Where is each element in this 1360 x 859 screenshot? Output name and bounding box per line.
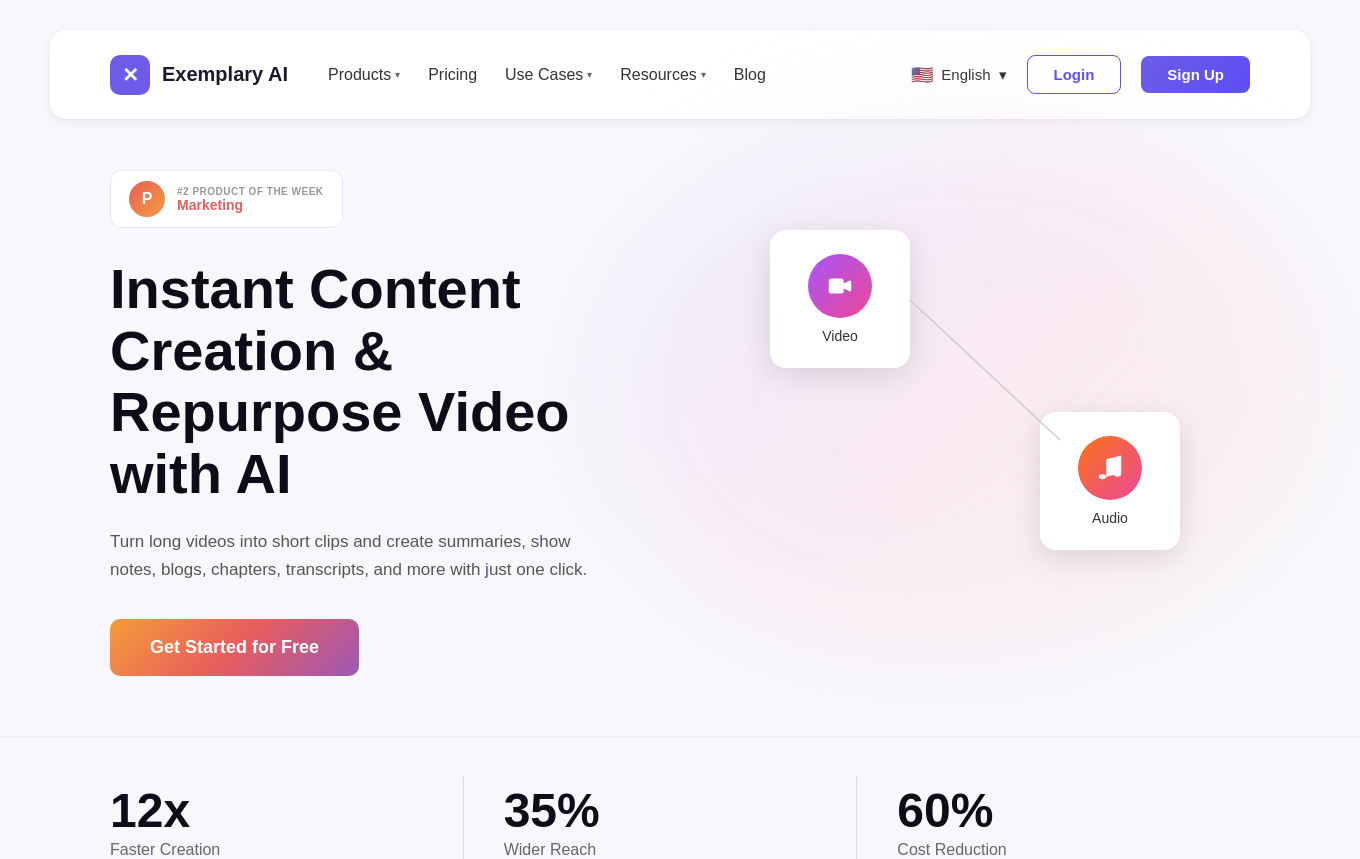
chevron-down-icon: ▾ — [587, 69, 592, 80]
nav-resources[interactable]: Resources ▾ — [620, 66, 705, 84]
stat-label-0: Faster Creation — [110, 841, 423, 859]
stat-number-0: 12x — [110, 787, 423, 835]
svg-line-0 — [910, 300, 1060, 440]
stat-item-2: 60% Cost Reduction — [856, 777, 1250, 859]
logo-text: Exemplary AI — [162, 63, 288, 86]
stat-label-2: Cost Reduction — [897, 841, 1210, 859]
navbar-left: ✕ Exemplary AI Products ▾ Pricing Use Ca… — [110, 55, 766, 95]
navbar: ✕ Exemplary AI Products ▾ Pricing Use Ca… — [50, 30, 1310, 120]
ph-badge-label: #2 PRODUCT OF THE WEEK — [177, 186, 324, 197]
stat-number-1: 35% — [504, 787, 817, 835]
nav-links: Products ▾ Pricing Use Cases ▾ Resources… — [328, 66, 766, 84]
visual-container: Video Audio — [710, 190, 1210, 570]
logo-icon: ✕ — [110, 55, 150, 95]
product-hunt-badge[interactable]: P #2 PRODUCT OF THE WEEK Marketing — [110, 170, 343, 228]
nav-products[interactable]: Products ▾ — [328, 66, 400, 84]
ph-badge-title: Marketing — [177, 197, 324, 213]
connector-lines — [710, 190, 1210, 570]
nav-blog[interactable]: Blog — [734, 66, 766, 84]
nav-use-cases[interactable]: Use Cases ▾ — [505, 66, 592, 84]
navbar-right: 🇺🇸 English ▾ Login Sign Up — [911, 55, 1250, 94]
flag-icon: 🇺🇸 — [911, 64, 933, 86]
signup-button[interactable]: Sign Up — [1141, 56, 1250, 93]
hero-headline: Instant Content Creation & Repurpose Vid… — [110, 258, 670, 504]
hero-right: Video Audio — [670, 170, 1250, 590]
hero-left: P #2 PRODUCT OF THE WEEK Marketing Insta… — [110, 170, 670, 676]
hero-section: P #2 PRODUCT OF THE WEEK Marketing Insta… — [0, 120, 1360, 716]
chevron-down-icon: ▾ — [701, 69, 706, 80]
logo-area[interactable]: ✕ Exemplary AI — [110, 55, 288, 95]
login-button[interactable]: Login — [1027, 55, 1122, 94]
chevron-down-icon: ▾ — [395, 69, 400, 80]
stat-item-0: 12x Faster Creation — [110, 777, 463, 859]
stat-item-1: 35% Wider Reach — [463, 777, 857, 859]
language-selector[interactable]: 🇺🇸 English ▾ — [911, 64, 1006, 86]
stat-number-2: 60% — [897, 787, 1210, 835]
hero-description: Turn long videos into short clips and cr… — [110, 528, 610, 582]
producthunt-icon: P — [129, 181, 165, 217]
ph-text: #2 PRODUCT OF THE WEEK Marketing — [177, 186, 324, 213]
chevron-down-icon: ▾ — [999, 66, 1007, 84]
stat-label-1: Wider Reach — [504, 841, 817, 859]
cta-button[interactable]: Get Started for Free — [110, 619, 359, 676]
nav-pricing[interactable]: Pricing — [428, 66, 477, 84]
stats-section: 12x Faster Creation 35% Wider Reach 60% … — [0, 736, 1360, 859]
